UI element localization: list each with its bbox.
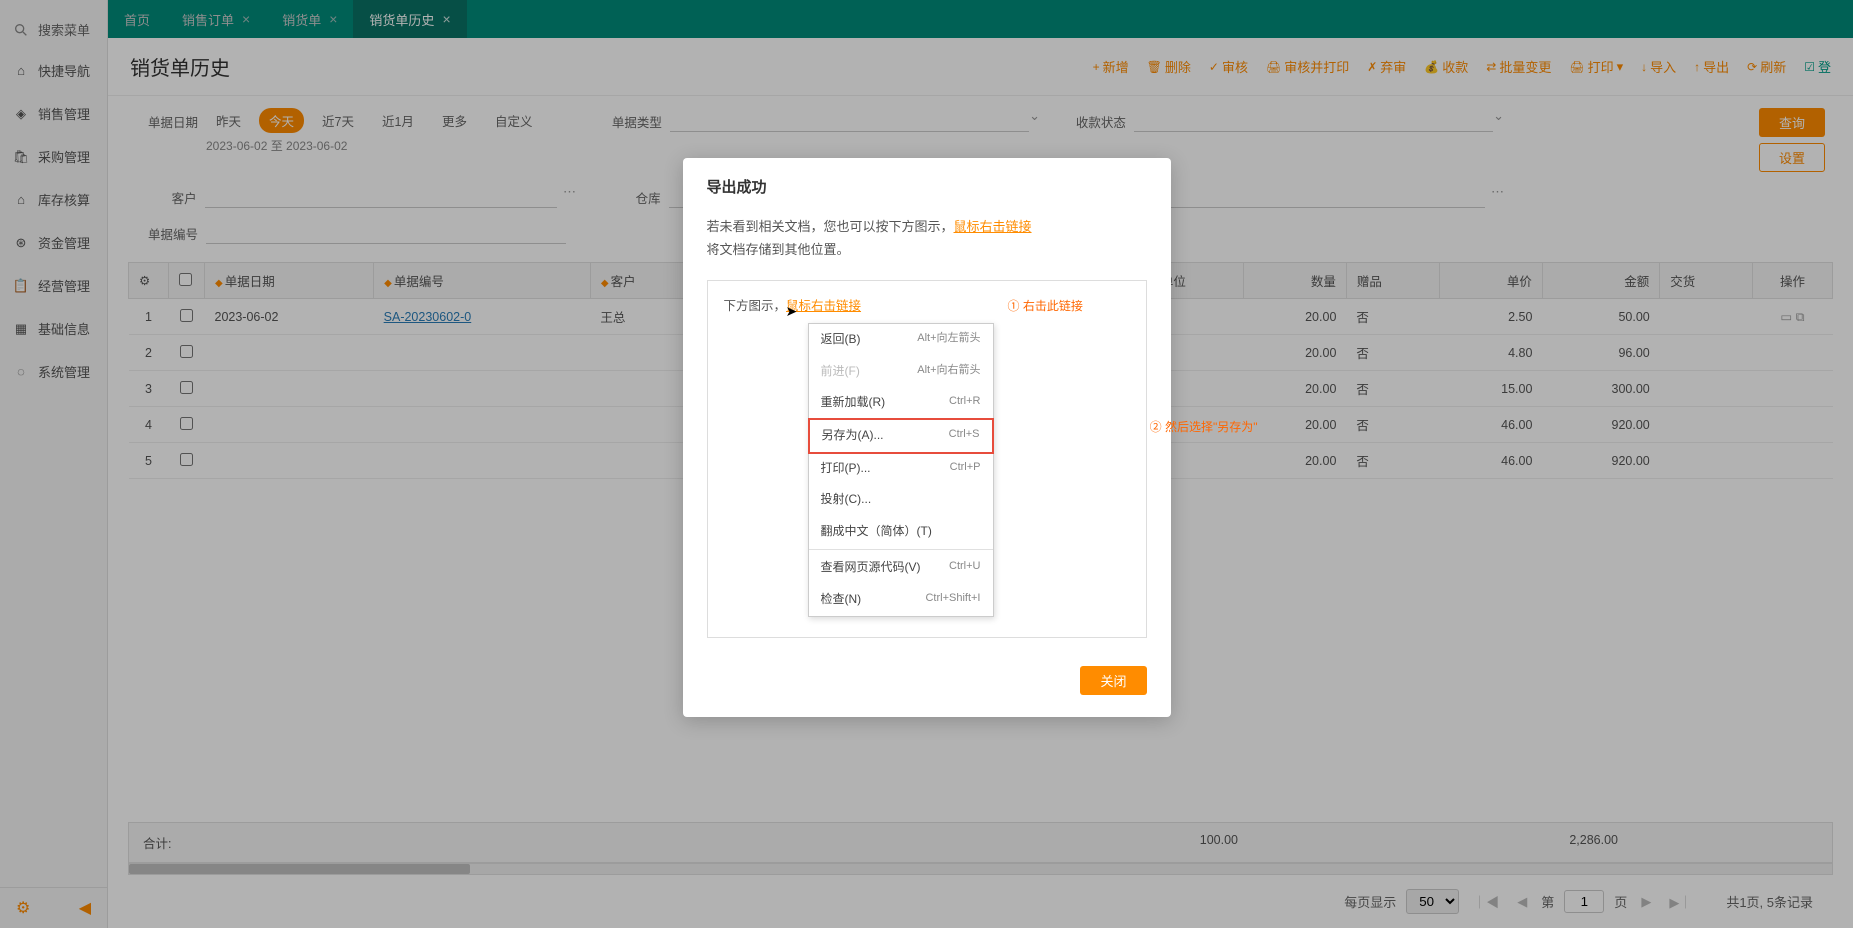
- modal-overlay[interactable]: 导出成功 若未看到相关文档，您也可以按下方图示，鼠标右击链接 将文档存储到其他位…: [0, 0, 1853, 928]
- context-menu-item: 前进(F)Alt+向右箭头: [809, 356, 993, 388]
- step2-label: ② 然后选择"另存为": [1150, 417, 1258, 439]
- context-menu-item: 打印(P)...Ctrl+P: [809, 453, 993, 485]
- close-button[interactable]: 关闭: [1080, 666, 1146, 695]
- context-demo: 下方图示，鼠标右击链接 ➤ ① 右击此链接 返回(B)Alt+向左箭头前进(F)…: [707, 280, 1147, 638]
- cursor-icon: ➤: [786, 299, 798, 324]
- context-menu-item: 重新加载(R)Ctrl+R: [809, 387, 993, 419]
- context-menu-item: 另存为(A)...Ctrl+S: [808, 418, 994, 454]
- context-menu-item: 查看网页源代码(V)Ctrl+U: [809, 552, 993, 584]
- context-menu-item: 投射(C)...: [809, 484, 993, 516]
- context-menu-item: 返回(B)Alt+向左箭头: [809, 324, 993, 356]
- right-click-link[interactable]: 鼠标右击链接: [954, 219, 1032, 234]
- demo-link: 鼠标右击链接: [786, 299, 861, 313]
- context-menu: 返回(B)Alt+向左箭头前进(F)Alt+向右箭头重新加载(R)Ctrl+R另…: [808, 323, 994, 616]
- modal-title: 导出成功: [683, 158, 1171, 197]
- step1-label: ① 右击此链接: [1008, 296, 1083, 318]
- context-menu-item: 检查(N)Ctrl+Shift+I: [809, 584, 993, 616]
- export-success-modal: 导出成功 若未看到相关文档，您也可以按下方图示，鼠标右击链接 将文档存储到其他位…: [683, 158, 1171, 717]
- context-menu-item: 翻成中文（简体）(T): [809, 516, 993, 548]
